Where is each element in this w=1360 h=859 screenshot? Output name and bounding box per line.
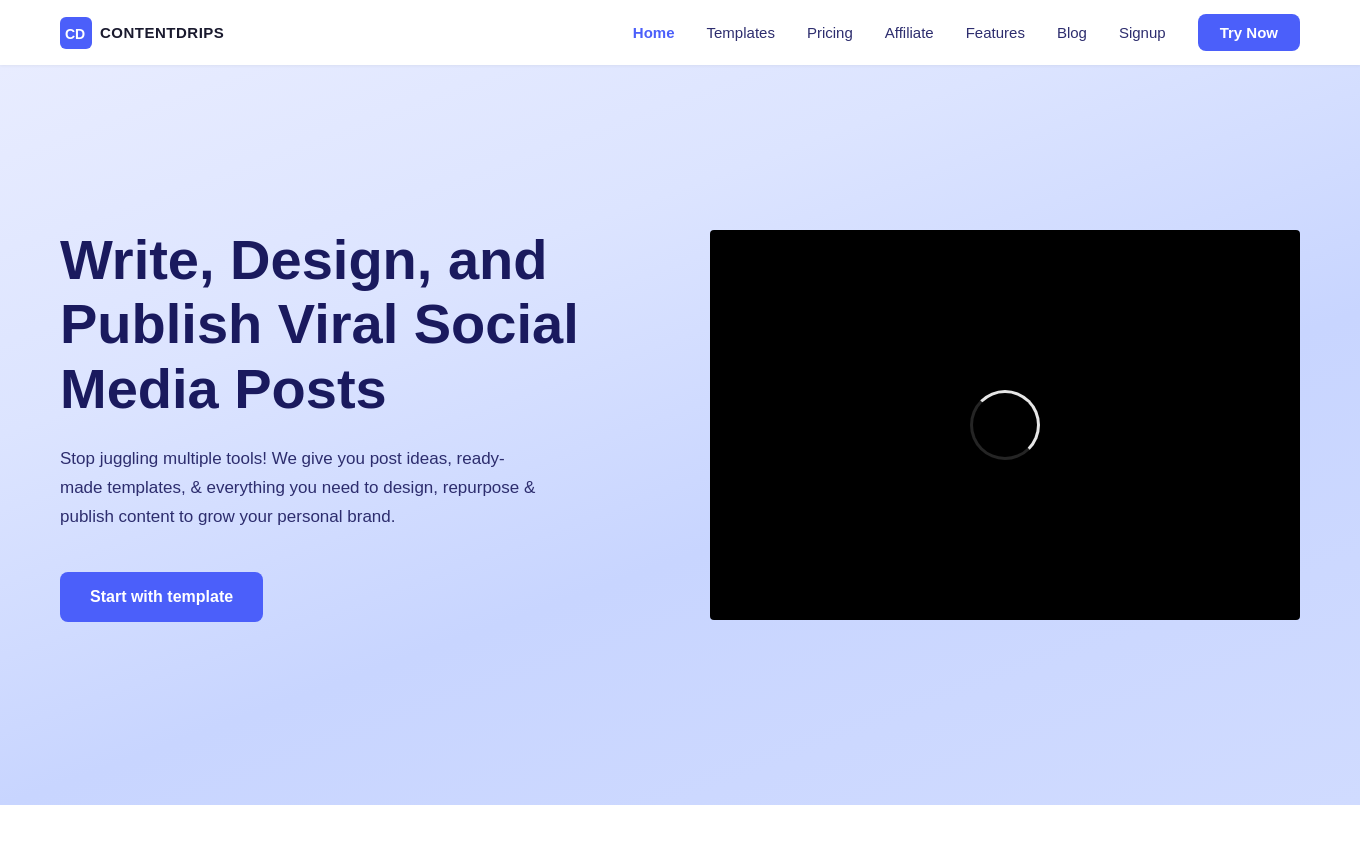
hero-section: Write, Design, and Publish Viral Social … [0, 65, 1360, 805]
nav-links: Home Templates Pricing Affiliate Feature… [633, 14, 1300, 51]
try-now-button[interactable]: Try Now [1198, 14, 1300, 51]
nav-pricing[interactable]: Pricing [807, 24, 853, 41]
start-with-template-button[interactable]: Start with template [60, 572, 263, 622]
hero-title: Write, Design, and Publish Viral Social … [60, 228, 620, 421]
hero-video-area [620, 230, 1300, 620]
nav-signup[interactable]: Signup [1119, 24, 1166, 41]
loading-spinner [970, 390, 1040, 460]
logo-icon: CD [60, 17, 92, 49]
nav-features[interactable]: Features [966, 24, 1025, 41]
hero-subtitle: Stop juggling multiple tools! We give yo… [60, 445, 540, 532]
svg-text:CD: CD [65, 26, 85, 42]
logo[interactable]: CD CONTENTDRIPS [60, 17, 224, 49]
nav-blog[interactable]: Blog [1057, 24, 1087, 41]
nav-affiliate[interactable]: Affiliate [885, 24, 934, 41]
navbar: CD CONTENTDRIPS Home Templates Pricing A… [0, 0, 1360, 65]
hero-content: Write, Design, and Publish Viral Social … [60, 228, 620, 622]
nav-home[interactable]: Home [633, 24, 675, 41]
logo-text: CONTENTDRIPS [100, 24, 224, 41]
nav-templates[interactable]: Templates [707, 24, 775, 41]
video-container[interactable] [710, 230, 1300, 620]
trusted-section: Trusted by over 100,000 users worldwide,… [0, 805, 1360, 859]
